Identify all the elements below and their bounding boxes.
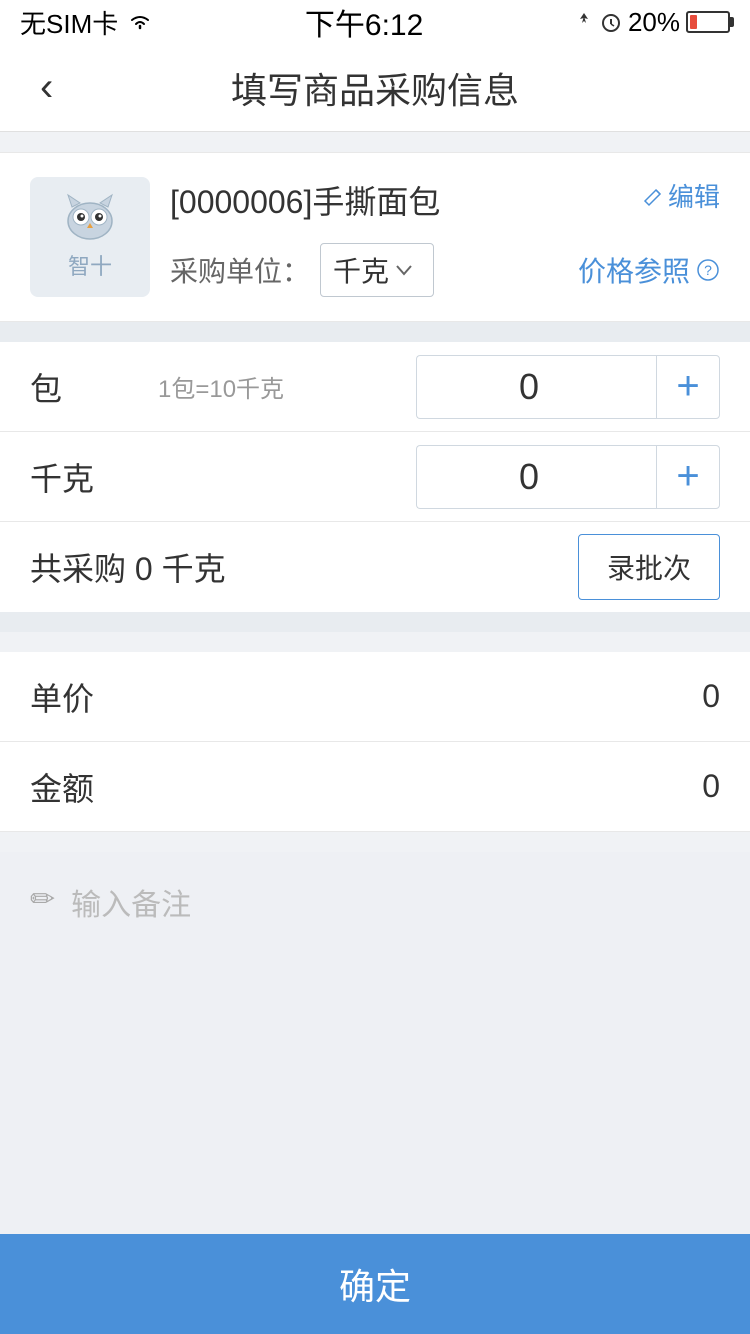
unit-select[interactable]: 千克	[320, 243, 434, 297]
kg-row: 千克 +	[0, 432, 750, 522]
battery-icon	[686, 11, 730, 33]
amount-row: 金额 0	[0, 742, 750, 832]
bag-label: 包	[30, 364, 150, 410]
confirm-button[interactable]: 确定	[0, 1234, 750, 1334]
kg-plus-button[interactable]: +	[656, 445, 720, 509]
status-left: 无SIM卡	[20, 4, 154, 41]
product-name: [0000006]手撕面包	[170, 177, 440, 223]
unit-price-value: 0	[702, 678, 720, 715]
price-section: 单价 0 金额 0	[0, 652, 750, 832]
chevron-down-icon	[395, 264, 413, 276]
pencil-icon: ✏	[30, 882, 55, 917]
unit-price-row: 单价 0	[0, 652, 750, 742]
help-icon: ?	[696, 258, 720, 282]
nav-bar: ‹ 填写商品采购信息	[0, 44, 750, 132]
status-bar: 无SIM卡 下午6:12 20%	[0, 0, 750, 44]
divider-1	[0, 322, 750, 342]
edit-icon	[642, 185, 664, 207]
product-image: 智十	[30, 177, 150, 297]
unit-label: 采购单位：	[170, 250, 310, 290]
edit-button[interactable]: 编辑	[642, 177, 720, 214]
amount-value: 0	[702, 768, 720, 805]
location-icon	[574, 11, 594, 33]
price-ref-button[interactable]: 价格参照 ?	[578, 250, 720, 290]
input-section: 包 1包=10千克 + 千克 + 共采购 0 千克 录批次	[0, 342, 750, 612]
batch-button[interactable]: 录批次	[578, 534, 720, 600]
note-placeholder: 输入备注	[71, 880, 191, 924]
product-logo	[60, 193, 120, 249]
page-title: 填写商品采购信息	[231, 62, 519, 114]
bag-plus-button[interactable]: +	[656, 355, 720, 419]
bag-sublabel: 1包=10千克	[158, 369, 284, 404]
kg-label: 千克	[30, 454, 150, 500]
product-image-subtext: 智十	[60, 249, 120, 281]
bag-input[interactable]	[416, 355, 656, 419]
status-right: 20%	[574, 7, 730, 38]
wifi-icon	[126, 12, 154, 32]
sim-label: 无SIM卡	[20, 4, 118, 41]
product-card: 智十 [0000006]手撕面包 编辑 采购单位： 千克	[0, 152, 750, 322]
divider-2	[0, 612, 750, 632]
confirm-label: 确定	[339, 1258, 411, 1310]
svg-text:?: ?	[704, 262, 712, 278]
alarm-icon	[600, 11, 622, 33]
unit-value: 千克	[333, 250, 389, 290]
kg-input[interactable]	[416, 445, 656, 509]
note-section[interactable]: ✏ 输入备注	[0, 852, 750, 1012]
summary-text: 共采购 0 千克	[30, 544, 226, 590]
status-time: 下午6:12	[305, 0, 423, 44]
bag-row: 包 1包=10千克 +	[0, 342, 750, 432]
amount-label: 金额	[30, 764, 94, 810]
bottom-space	[0, 1012, 750, 1252]
unit-price-label: 单价	[30, 674, 94, 720]
summary-row: 共采购 0 千克 录批次	[0, 522, 750, 612]
battery-percent: 20%	[628, 7, 680, 38]
back-button[interactable]: ‹	[30, 55, 63, 120]
product-info: [0000006]手撕面包 编辑 采购单位： 千克 价格	[170, 177, 720, 297]
